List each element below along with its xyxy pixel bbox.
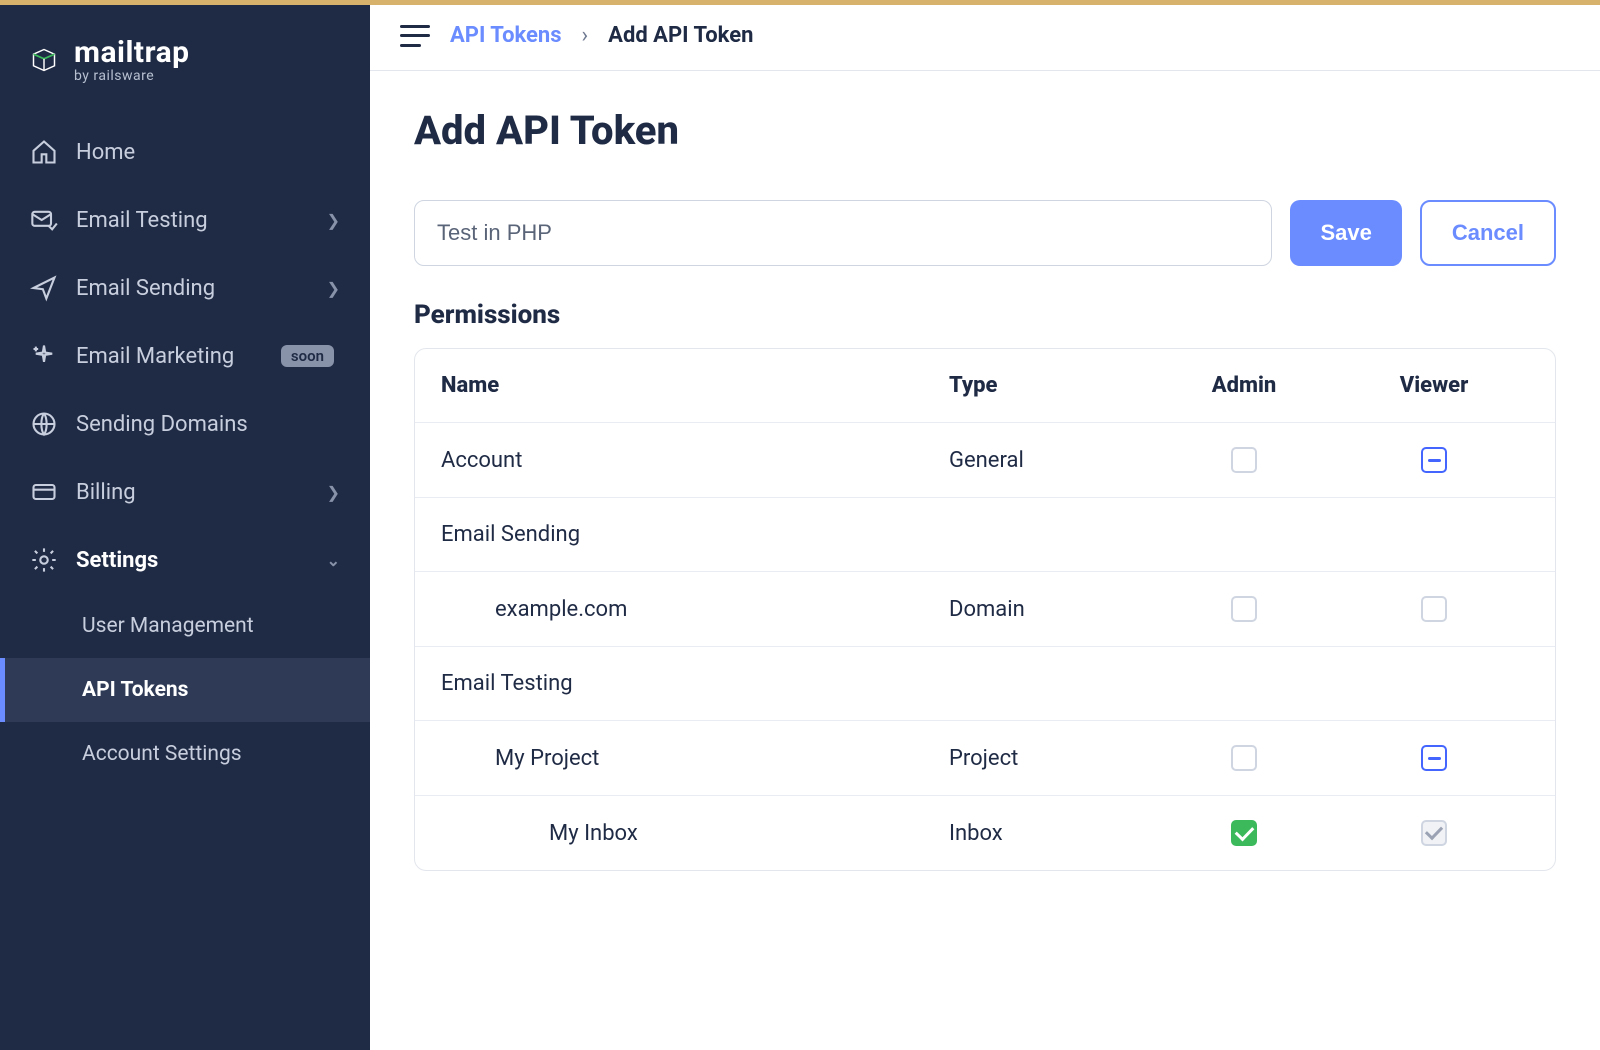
sidebar-item-label: Sending Domains — [76, 412, 340, 437]
row-type: Project — [949, 746, 1149, 771]
main: API Tokens › Add API Token Add API Token… — [370, 5, 1600, 1050]
permissions-table: Name Type Admin Viewer AccountGeneral Ema… — [414, 348, 1556, 871]
table-row: Email Testing — [415, 647, 1555, 721]
sidebar-item-label: Email Marketing — [76, 344, 263, 369]
sidebar-item-label: Billing — [76, 480, 309, 505]
sidebar-sub-account-settings[interactable]: Account Settings — [0, 722, 370, 786]
topbar: API Tokens › Add API Token — [370, 5, 1600, 71]
table-row: example.comDomain — [415, 572, 1555, 647]
row-name: Email Testing — [441, 671, 949, 696]
table-row: My ProjectProject — [415, 721, 1555, 796]
sidebar-item-email-sending[interactable]: Email Sending ❯ — [0, 254, 370, 322]
sidebar-item-label: User Management — [82, 614, 340, 638]
sidebar-item-email-testing[interactable]: Email Testing ❯ — [0, 186, 370, 254]
home-icon — [30, 138, 58, 166]
breadcrumb-parent[interactable]: API Tokens — [450, 23, 562, 48]
permissions-header: Name Type Admin Viewer — [415, 349, 1555, 423]
table-row: Email Sending — [415, 498, 1555, 572]
permission-checkbox[interactable] — [1421, 447, 1447, 473]
breadcrumb-sep: › — [582, 23, 589, 48]
row-name: My Inbox — [441, 821, 949, 846]
chevron-right-icon: ❯ — [327, 211, 340, 230]
mail-check-icon — [30, 206, 58, 234]
permissions-title: Permissions — [414, 300, 1556, 330]
permission-checkbox[interactable] — [1421, 596, 1447, 622]
chevron-down-icon: ⌄ — [327, 551, 340, 570]
sidebar-item-label: Home — [76, 140, 340, 165]
permission-checkbox[interactable] — [1231, 745, 1257, 771]
row-name: example.com — [441, 597, 949, 622]
gear-icon — [30, 546, 58, 574]
breadcrumb-current: Add API Token — [608, 23, 753, 48]
permission-checkbox[interactable] — [1421, 820, 1447, 846]
cancel-button[interactable]: Cancel — [1420, 200, 1556, 266]
sidebar-item-settings[interactable]: Settings ⌄ — [0, 526, 370, 594]
sidebar-sub-api-tokens[interactable]: API Tokens — [0, 658, 370, 722]
sidebar-item-label: API Tokens — [82, 678, 340, 702]
brand-name: mailtrap — [74, 35, 190, 70]
row-name: Account — [441, 448, 949, 473]
save-button[interactable]: Save — [1290, 200, 1401, 266]
sidebar-item-label: Settings — [76, 548, 309, 573]
table-row: AccountGeneral — [415, 423, 1555, 498]
soon-badge: soon — [281, 345, 334, 367]
sidebar-item-label: Email Sending — [76, 276, 309, 301]
settings-submenu: User Management API Tokens Account Setti… — [0, 594, 370, 786]
card-icon — [30, 478, 58, 506]
row-type: Inbox — [949, 821, 1149, 846]
sidebar-item-email-marketing[interactable]: Email Marketing soon — [0, 322, 370, 390]
table-row: My InboxInbox — [415, 796, 1555, 870]
logo-icon — [30, 46, 58, 74]
nav: Home Email Testing ❯ Email Sending ❯ Ema… — [0, 118, 370, 786]
token-form-row: Save Cancel — [414, 200, 1556, 266]
permission-checkbox[interactable] — [1421, 745, 1447, 771]
content: Add API Token Save Cancel Permissions Na… — [370, 71, 1600, 907]
send-icon — [30, 274, 58, 302]
sidebar-item-label: Account Settings — [82, 742, 340, 766]
permission-checkbox[interactable] — [1231, 596, 1257, 622]
row-name: Email Sending — [441, 522, 949, 547]
sidebar-sub-user-management[interactable]: User Management — [0, 594, 370, 658]
token-name-input[interactable] — [414, 200, 1272, 266]
sparkles-icon — [30, 342, 58, 370]
logo: mailtrap by railsware — [0, 27, 370, 118]
col-name: Name — [441, 373, 949, 398]
sidebar-item-sending-domains[interactable]: Sending Domains — [0, 390, 370, 458]
permission-checkbox[interactable] — [1231, 820, 1257, 846]
permission-checkbox[interactable] — [1231, 447, 1257, 473]
brand-sub: by railsware — [74, 68, 190, 84]
menu-toggle-icon[interactable] — [400, 25, 430, 47]
row-type: General — [949, 448, 1149, 473]
sidebar: mailtrap by railsware Home Email Testing… — [0, 5, 370, 1050]
sidebar-item-label: Email Testing — [76, 208, 309, 233]
row-type: Domain — [949, 597, 1149, 622]
sidebar-item-billing[interactable]: Billing ❯ — [0, 458, 370, 526]
sidebar-item-home[interactable]: Home — [0, 118, 370, 186]
row-name: My Project — [441, 746, 949, 771]
page-title: Add API Token — [414, 107, 1556, 154]
col-viewer: Viewer — [1339, 373, 1529, 398]
chevron-right-icon: ❯ — [327, 279, 340, 298]
chevron-right-icon: ❯ — [327, 483, 340, 502]
col-type: Type — [949, 373, 1149, 398]
col-admin: Admin — [1149, 373, 1339, 398]
globe-icon — [30, 410, 58, 438]
